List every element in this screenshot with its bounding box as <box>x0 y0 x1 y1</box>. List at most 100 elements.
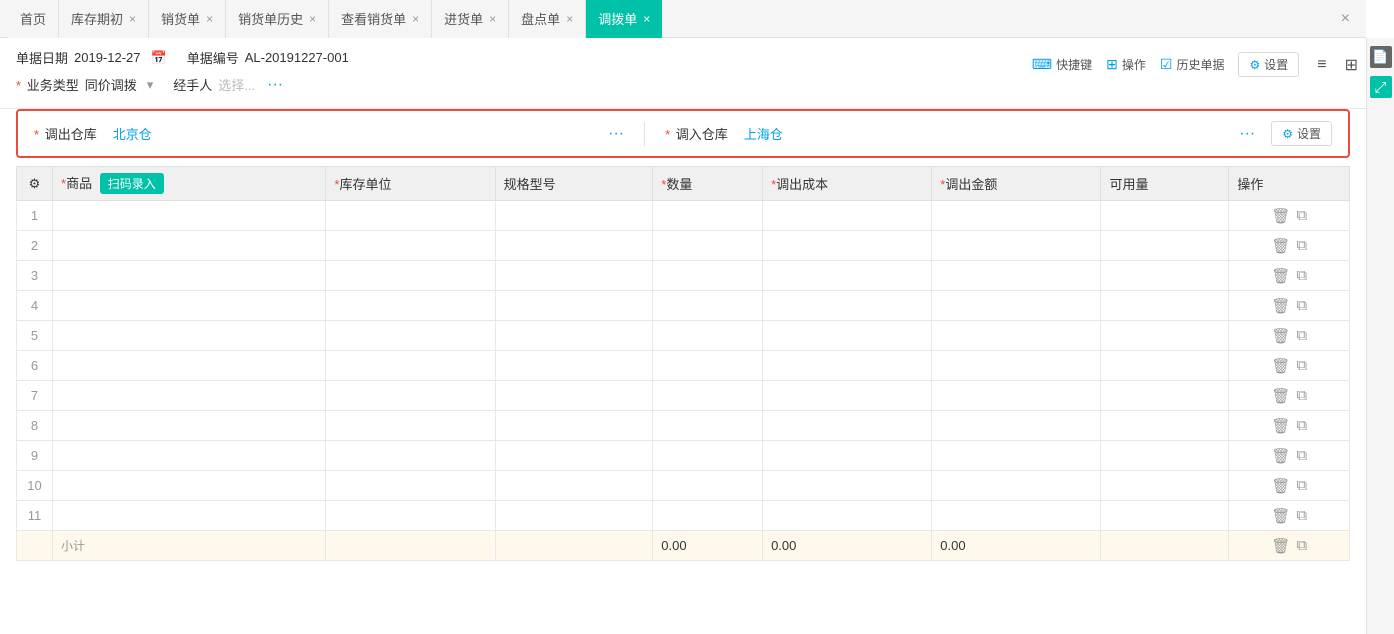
operation-button[interactable]: ⊞ 操作 <box>1106 56 1146 73</box>
cell-qty-9[interactable] <box>653 441 763 471</box>
cell-cost-8[interactable] <box>763 411 932 441</box>
cell-unit-10[interactable] <box>326 471 495 501</box>
cell-spec-11[interactable] <box>495 501 653 531</box>
subtotal-copy-icon[interactable]: ⧉ <box>1296 537 1307 554</box>
cell-amount-4[interactable] <box>932 291 1101 321</box>
close-all-button[interactable]: × <box>1333 10 1358 28</box>
cell-amount-11[interactable] <box>932 501 1101 531</box>
cell-cost-9[interactable] <box>763 441 932 471</box>
cell-spec-5[interactable] <box>495 321 653 351</box>
cell-spec-6[interactable] <box>495 351 653 381</box>
tab-close-view-sales[interactable]: × <box>412 12 419 26</box>
cell-qty-5[interactable] <box>653 321 763 351</box>
delete-icon-7[interactable]: 🗑 <box>1271 387 1290 405</box>
cell-product-4[interactable] <box>53 291 326 321</box>
cell-qty-4[interactable] <box>653 291 763 321</box>
cell-unit-5[interactable] <box>326 321 495 351</box>
handler-more-icon[interactable]: ··· <box>267 76 283 94</box>
cell-available-1[interactable] <box>1101 201 1229 231</box>
shortcut-button[interactable]: ⌨ 快捷键 <box>1032 56 1092 73</box>
cell-available-6[interactable] <box>1101 351 1229 381</box>
copy-icon-10[interactable]: ⧉ <box>1296 477 1307 494</box>
cell-product-1[interactable] <box>53 201 326 231</box>
copy-icon-4[interactable]: ⧉ <box>1296 297 1307 314</box>
tab-close-inventory-check[interactable]: × <box>566 12 573 26</box>
cell-cost-4[interactable] <box>763 291 932 321</box>
copy-icon-6[interactable]: ⧉ <box>1296 357 1307 374</box>
delete-icon-4[interactable]: 🗑 <box>1271 297 1290 315</box>
warehouse-out-more-icon[interactable]: ··· <box>608 125 624 143</box>
cell-qty-3[interactable] <box>653 261 763 291</box>
delete-icon-8[interactable]: 🗑 <box>1271 417 1290 435</box>
cell-qty-8[interactable] <box>653 411 763 441</box>
settings-button[interactable]: ⚙ 设置 <box>1238 52 1299 77</box>
col-gear[interactable]: ⚙ <box>17 167 53 201</box>
cell-product-9[interactable] <box>53 441 326 471</box>
delete-icon-5[interactable]: 🗑 <box>1271 327 1290 345</box>
cell-unit-8[interactable] <box>326 411 495 441</box>
tab-sales-history[interactable]: 销货单历史× <box>226 0 329 38</box>
tab-inventory-init[interactable]: 库存期初× <box>59 0 149 38</box>
cell-amount-6[interactable] <box>932 351 1101 381</box>
cell-product-7[interactable] <box>53 381 326 411</box>
cell-available-11[interactable] <box>1101 501 1229 531</box>
cell-cost-3[interactable] <box>763 261 932 291</box>
cell-qty-7[interactable] <box>653 381 763 411</box>
business-type-dropdown-icon[interactable]: ▾ <box>147 77 154 93</box>
delete-icon-10[interactable]: 🗑 <box>1271 477 1290 495</box>
cell-unit-1[interactable] <box>326 201 495 231</box>
cell-unit-9[interactable] <box>326 441 495 471</box>
cell-available-7[interactable] <box>1101 381 1229 411</box>
cell-amount-3[interactable] <box>932 261 1101 291</box>
tab-close-sales-history[interactable]: × <box>309 12 316 26</box>
cell-qty-1[interactable] <box>653 201 763 231</box>
tab-close-sales-order[interactable]: × <box>206 12 213 26</box>
delete-icon-2[interactable]: 🗑 <box>1271 237 1290 255</box>
delete-icon-9[interactable]: 🗑 <box>1271 447 1290 465</box>
cell-unit-2[interactable] <box>326 231 495 261</box>
cell-amount-1[interactable] <box>932 201 1101 231</box>
cell-amount-5[interactable] <box>932 321 1101 351</box>
history-button[interactable]: ☑ 历史单据 <box>1160 56 1225 73</box>
delete-icon-3[interactable]: 🗑 <box>1271 267 1290 285</box>
tab-purchase[interactable]: 进货单× <box>432 0 509 38</box>
copy-icon-5[interactable]: ⧉ <box>1296 327 1307 344</box>
cell-product-2[interactable] <box>53 231 326 261</box>
layout2-icon[interactable]: ⊞ <box>1345 55 1358 75</box>
cell-amount-7[interactable] <box>932 381 1101 411</box>
cell-cost-1[interactable] <box>763 201 932 231</box>
cell-amount-8[interactable] <box>932 411 1101 441</box>
tab-close-inventory-init[interactable]: × <box>129 12 136 26</box>
cell-amount-9[interactable] <box>932 441 1101 471</box>
cell-spec-4[interactable] <box>495 291 653 321</box>
copy-icon-3[interactable]: ⧉ <box>1296 267 1307 284</box>
tab-sales-order[interactable]: 销货单× <box>149 0 226 38</box>
cell-spec-9[interactable] <box>495 441 653 471</box>
cell-cost-5[interactable] <box>763 321 932 351</box>
cell-spec-10[interactable] <box>495 471 653 501</box>
tab-close-transfer[interactable]: × <box>643 12 650 26</box>
cell-spec-3[interactable] <box>495 261 653 291</box>
sidebar-doc-icon[interactable]: 📄 <box>1370 46 1392 68</box>
cell-amount-10[interactable] <box>932 471 1101 501</box>
cell-unit-6[interactable] <box>326 351 495 381</box>
cell-cost-2[interactable] <box>763 231 932 261</box>
tab-view-sales[interactable]: 查看销货单× <box>329 0 432 38</box>
subtotal-delete-icon[interactable]: 🗑 <box>1271 537 1290 555</box>
cell-available-10[interactable] <box>1101 471 1229 501</box>
tab-inventory-check[interactable]: 盘点单× <box>509 0 586 38</box>
cell-unit-11[interactable] <box>326 501 495 531</box>
cell-unit-7[interactable] <box>326 381 495 411</box>
cell-amount-2[interactable] <box>932 231 1101 261</box>
copy-icon-2[interactable]: ⧉ <box>1296 237 1307 254</box>
tab-home[interactable]: 首页 <box>8 0 59 38</box>
cell-qty-10[interactable] <box>653 471 763 501</box>
cell-available-3[interactable] <box>1101 261 1229 291</box>
cell-product-5[interactable] <box>53 321 326 351</box>
cell-unit-4[interactable] <box>326 291 495 321</box>
cell-cost-6[interactable] <box>763 351 932 381</box>
tab-close-purchase[interactable]: × <box>489 12 496 26</box>
handler-input[interactable]: 选择... <box>218 75 255 94</box>
cell-available-4[interactable] <box>1101 291 1229 321</box>
cell-spec-8[interactable] <box>495 411 653 441</box>
